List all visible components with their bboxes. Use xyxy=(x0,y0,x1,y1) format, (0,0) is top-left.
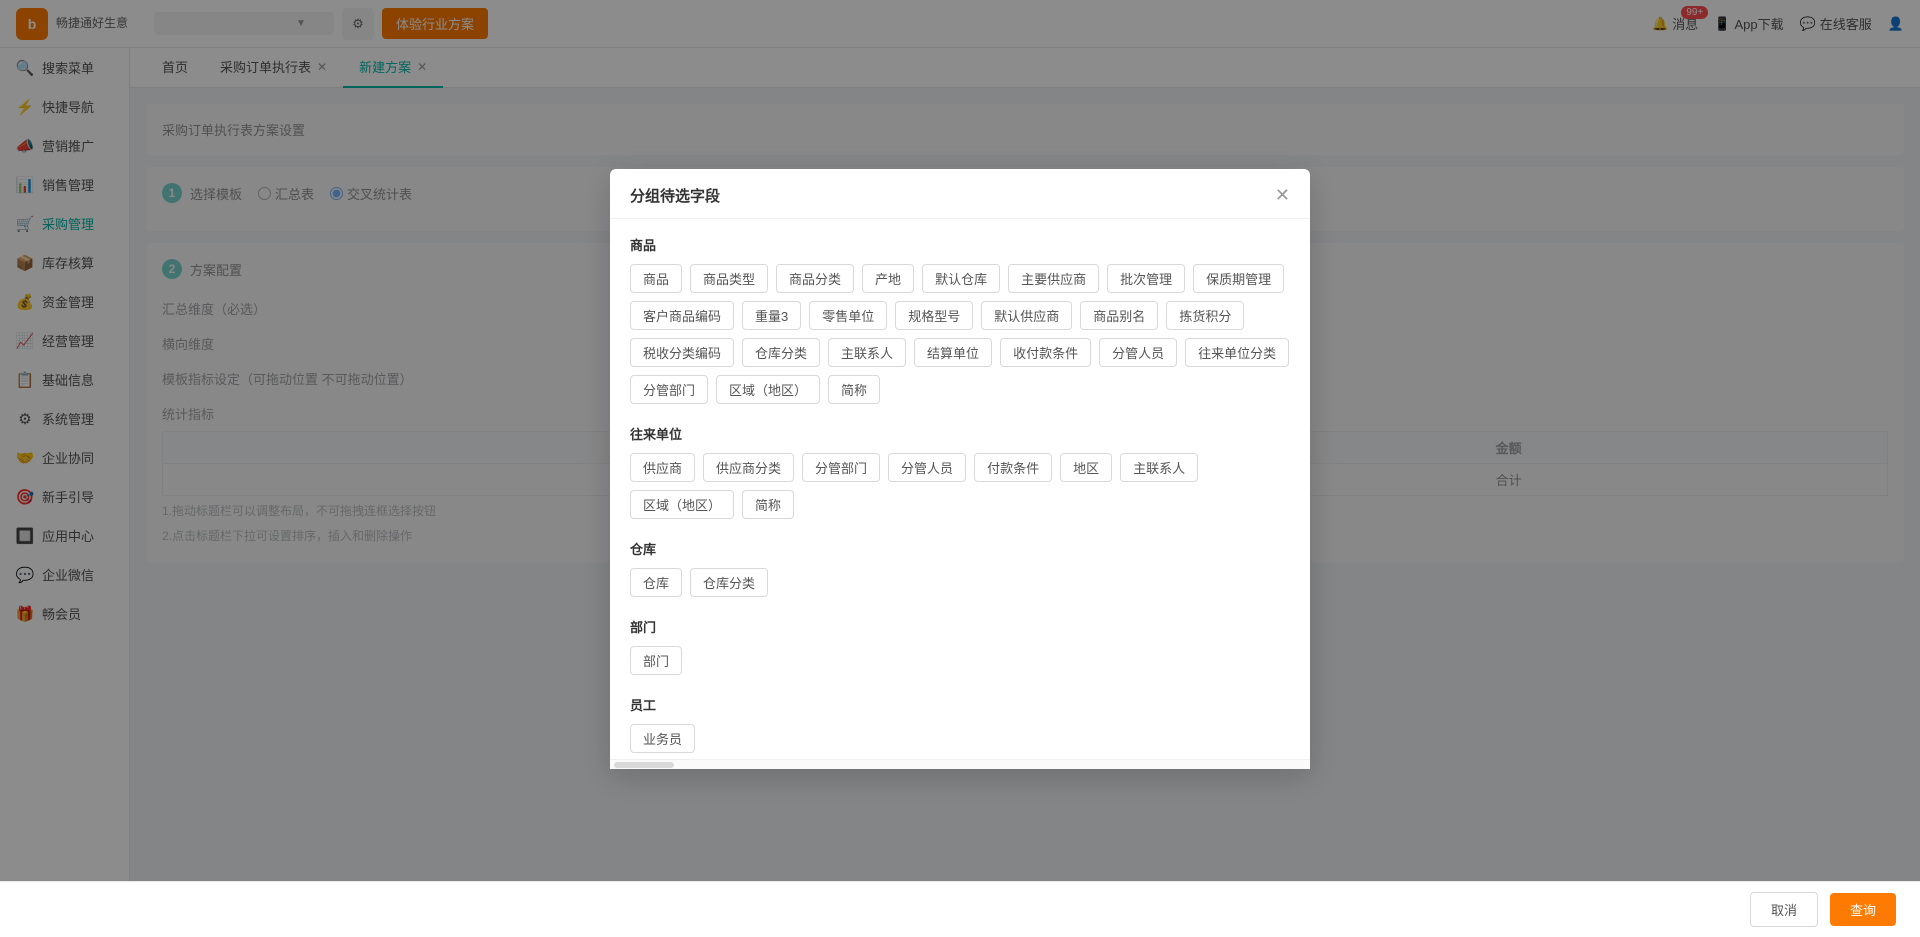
field-tag-goods-16[interactable]: 仓库分类 xyxy=(742,338,820,367)
modal-header: 分组待选字段 ✕ xyxy=(610,169,1310,219)
field-tag-goods-7[interactable]: 保质期管理 xyxy=(1193,264,1284,293)
modal-body: 商品 商品 商品类型 商品分类 产地 默认仓库 主要供应商 批次管理 保质期管理… xyxy=(610,219,1310,759)
field-tag-goods-10[interactable]: 零售单位 xyxy=(809,301,887,330)
section-goods: 商品 商品 商品类型 商品分类 产地 默认仓库 主要供应商 批次管理 保质期管理… xyxy=(630,235,1290,404)
section-partner: 往来单位 供应商 供应商分类 分管部门 分管人员 付款条件 地区 主联系人 区域… xyxy=(630,424,1290,519)
field-tag-goods-13[interactable]: 商品别名 xyxy=(1080,301,1158,330)
field-tag-goods-19[interactable]: 收付款条件 xyxy=(1000,338,1091,367)
field-tag-goods-24[interactable]: 简称 xyxy=(828,375,880,404)
modal-close-button[interactable]: ✕ xyxy=(1275,185,1290,206)
field-tag-partner-4[interactable]: 付款条件 xyxy=(974,453,1052,482)
department-field-tags: 部门 xyxy=(630,646,1290,675)
modal-title: 分组待选字段 xyxy=(630,185,720,206)
field-tag-goods-21[interactable]: 往来单位分类 xyxy=(1185,338,1289,367)
section-warehouse-label: 仓库 xyxy=(630,539,1290,558)
field-tag-goods-0[interactable]: 商品 xyxy=(630,264,682,293)
field-tag-goods-17[interactable]: 主联系人 xyxy=(828,338,906,367)
field-tag-dept-0[interactable]: 部门 xyxy=(630,646,682,675)
field-tag-employee-0[interactable]: 业务员 xyxy=(630,724,695,753)
field-tag-goods-5[interactable]: 主要供应商 xyxy=(1008,264,1099,293)
modal-hscroll-thumb xyxy=(614,762,674,768)
field-select-modal: 分组待选字段 ✕ 商品 商品 商品类型 商品分类 产地 默认仓库 主要供应商 批… xyxy=(610,169,1310,769)
field-tag-goods-2[interactable]: 商品分类 xyxy=(776,264,854,293)
section-employee-label: 员工 xyxy=(630,695,1290,714)
section-goods-label: 商品 xyxy=(630,235,1290,254)
section-employee: 员工 业务员 xyxy=(630,695,1290,753)
field-tag-partner-2[interactable]: 分管部门 xyxy=(802,453,880,482)
field-tag-goods-18[interactable]: 结算单位 xyxy=(914,338,992,367)
field-tag-partner-5[interactable]: 地区 xyxy=(1060,453,1112,482)
section-department: 部门 部门 xyxy=(630,617,1290,675)
section-warehouse: 仓库 仓库 仓库分类 xyxy=(630,539,1290,597)
field-tag-goods-11[interactable]: 规格型号 xyxy=(895,301,973,330)
field-tag-partner-6[interactable]: 主联系人 xyxy=(1120,453,1198,482)
field-tag-goods-23[interactable]: 区域（地区） xyxy=(716,375,820,404)
section-department-label: 部门 xyxy=(630,617,1290,636)
warehouse-field-tags: 仓库 仓库分类 xyxy=(630,568,1290,597)
partner-field-tags: 供应商 供应商分类 分管部门 分管人员 付款条件 地区 主联系人 区域（地区） … xyxy=(630,453,1290,519)
field-tag-partner-7[interactable]: 区域（地区） xyxy=(630,490,734,519)
field-tag-partner-8[interactable]: 简称 xyxy=(742,490,794,519)
cancel-button[interactable]: 取消 xyxy=(1750,892,1818,927)
field-tag-goods-3[interactable]: 产地 xyxy=(862,264,914,293)
field-tag-goods-15[interactable]: 税收分类编码 xyxy=(630,338,734,367)
bottom-bar: 取消 查询 xyxy=(0,881,1920,937)
field-tag-partner-0[interactable]: 供应商 xyxy=(630,453,695,482)
field-tag-goods-14[interactable]: 拣货积分 xyxy=(1166,301,1244,330)
field-tag-goods-12[interactable]: 默认供应商 xyxy=(981,301,1072,330)
field-tag-partner-3[interactable]: 分管人员 xyxy=(888,453,966,482)
goods-field-tags: 商品 商品类型 商品分类 产地 默认仓库 主要供应商 批次管理 保质期管理 客户… xyxy=(630,264,1290,404)
field-tag-partner-1[interactable]: 供应商分类 xyxy=(703,453,794,482)
field-tag-goods-8[interactable]: 客户商品编码 xyxy=(630,301,734,330)
field-tag-goods-6[interactable]: 批次管理 xyxy=(1107,264,1185,293)
employee-field-tags: 业务员 xyxy=(630,724,1290,753)
field-tag-goods-9[interactable]: 重量3 xyxy=(742,301,801,330)
field-tag-goods-22[interactable]: 分管部门 xyxy=(630,375,708,404)
modal-horizontal-scrollbar[interactable] xyxy=(610,759,1310,769)
field-tag-goods-20[interactable]: 分管人员 xyxy=(1099,338,1177,367)
field-tag-warehouse-0[interactable]: 仓库 xyxy=(630,568,682,597)
field-tag-goods-4[interactable]: 默认仓库 xyxy=(922,264,1000,293)
section-partner-label: 往来单位 xyxy=(630,424,1290,443)
field-tag-goods-1[interactable]: 商品类型 xyxy=(690,264,768,293)
field-tag-warehouse-1[interactable]: 仓库分类 xyxy=(690,568,768,597)
modal-overlay: 分组待选字段 ✕ 商品 商品 商品类型 商品分类 产地 默认仓库 主要供应商 批… xyxy=(0,0,1920,937)
confirm-button[interactable]: 查询 xyxy=(1830,893,1896,926)
